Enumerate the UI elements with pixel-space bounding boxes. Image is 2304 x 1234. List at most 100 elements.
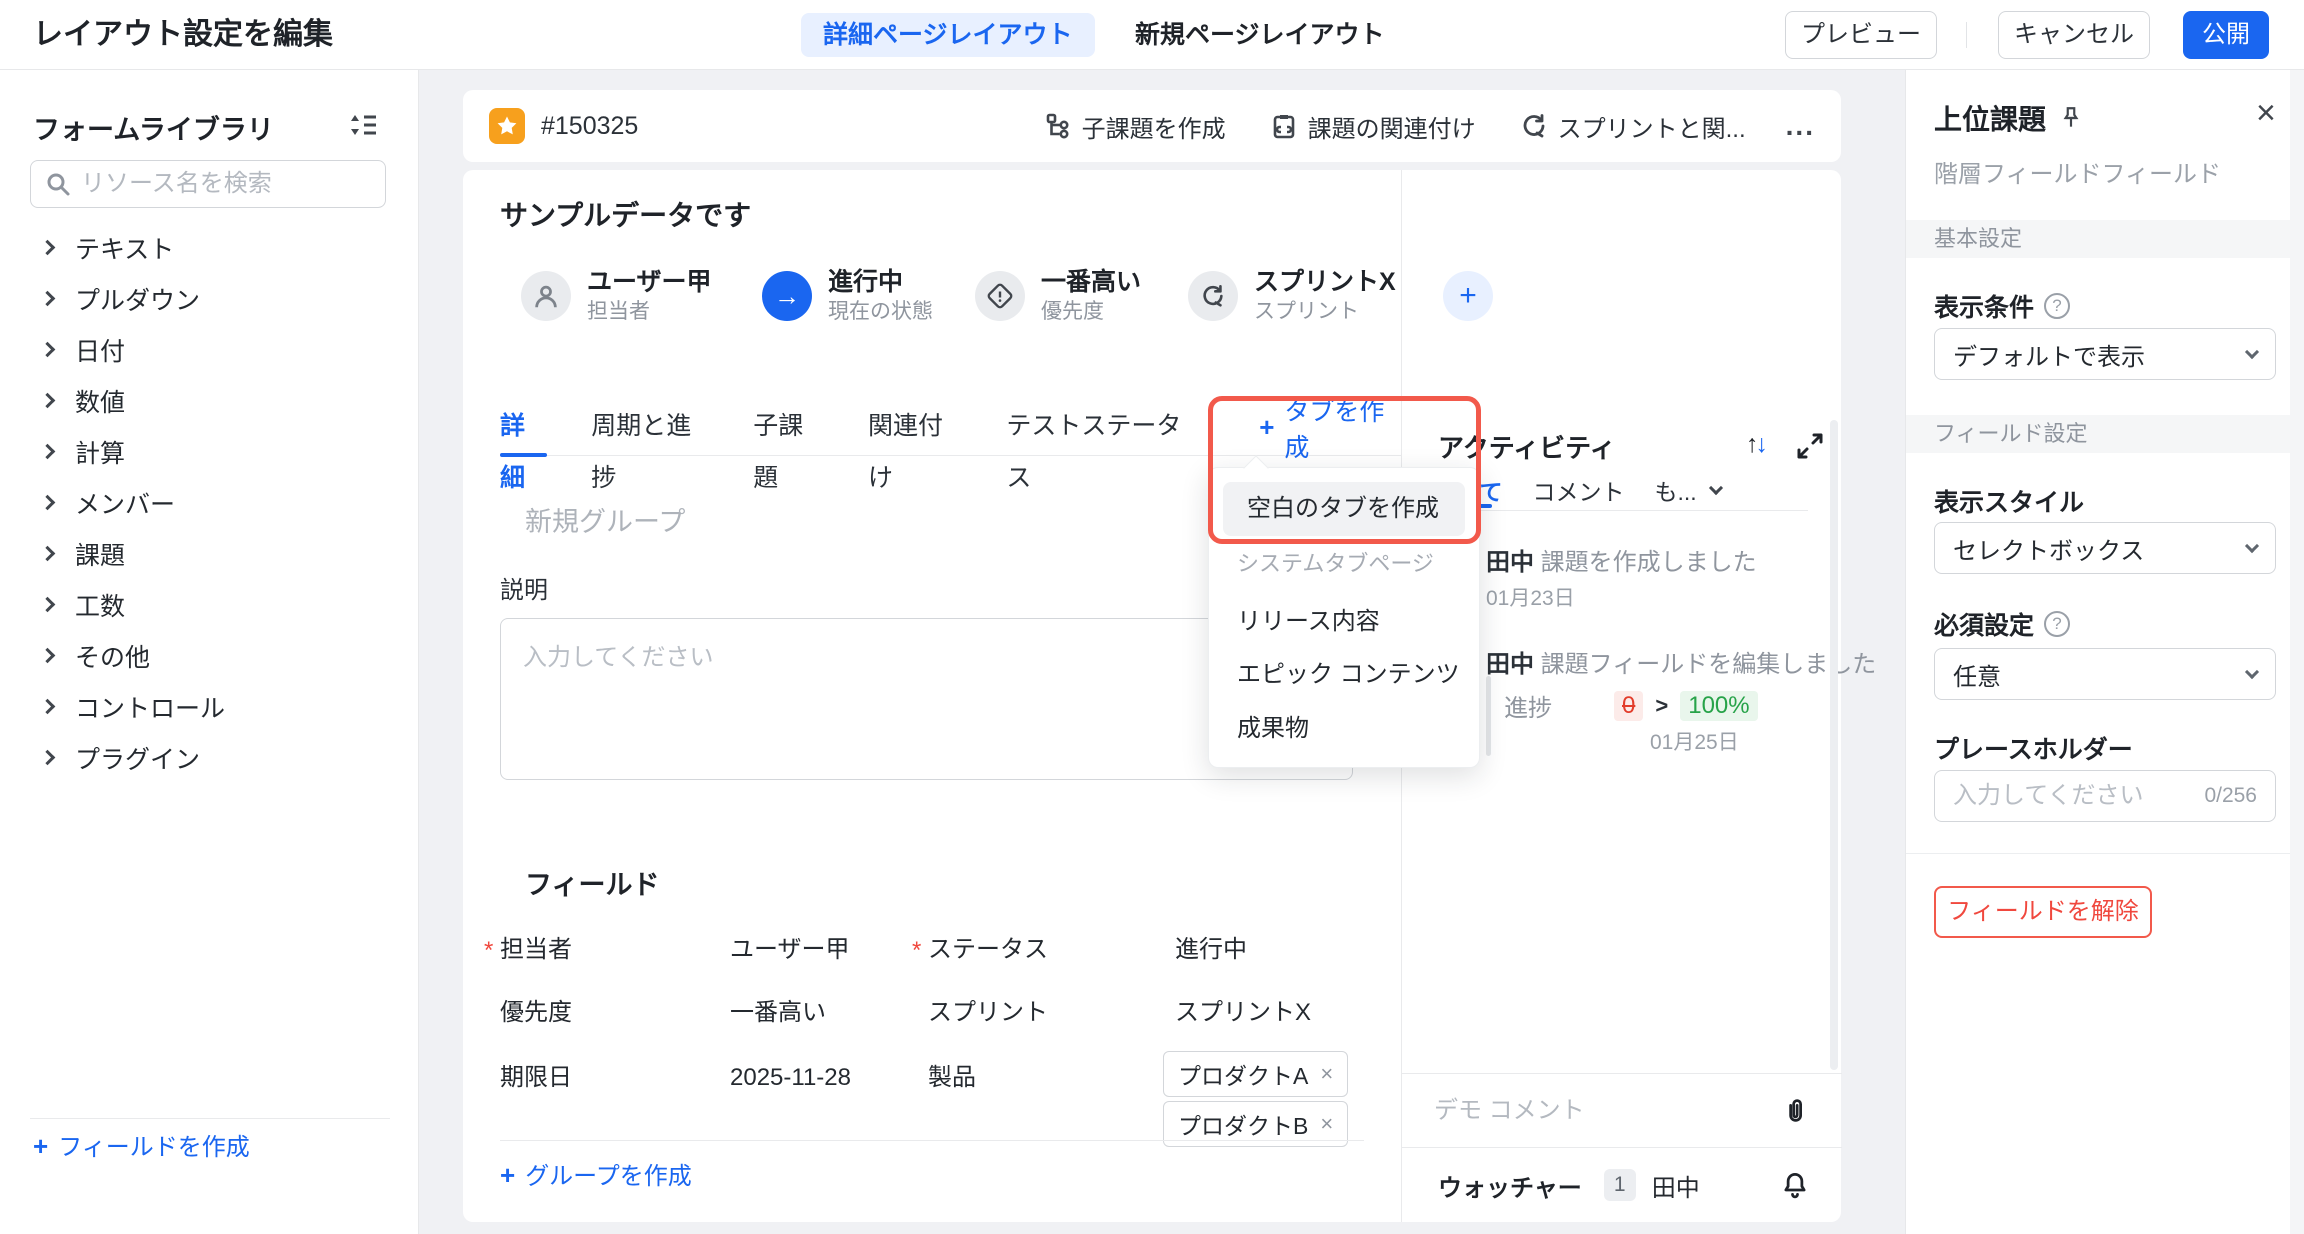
sprint-loop-icon [1188, 271, 1238, 321]
headline-priority[interactable]: 一番高い 優先度 [975, 266, 1141, 326]
group-name-placeholder[interactable]: 新規グループ [525, 500, 685, 539]
inspector-title: 上位課題 [1934, 98, 2084, 138]
tab-links[interactable]: 関連付け [868, 400, 962, 492]
paperclip-icon[interactable] [1780, 1096, 1810, 1126]
chevron-down-icon [1708, 480, 1723, 496]
issue-tab-bar: 詳細 周期と進捗 子課題 関連付け テストステータス + タブを作成 [500, 398, 1401, 492]
headline-assignee[interactable]: ユーザー甲 担当者 [521, 266, 712, 326]
product-tag-a[interactable]: プロダクトA × [1163, 1051, 1349, 1097]
chevron-right-icon [39, 596, 56, 613]
create-group-button[interactable]: + グループを作成 [500, 1155, 692, 1195]
sprint-loop-icon [1520, 112, 1548, 140]
sidebar-item-plugin[interactable]: プラグイン [0, 732, 419, 783]
sidebar-item-issue[interactable]: 課題 [0, 528, 419, 579]
field-value-sprint[interactable]: スプリントX [1175, 996, 1311, 1030]
field-change-row: 進捗 0 > 100% [1504, 688, 1758, 723]
required-setting-select[interactable]: 任意 [1934, 648, 2276, 700]
sidebar-item-control[interactable]: コントロール [0, 681, 419, 732]
field-value-status[interactable]: 進行中 [1175, 933, 1247, 967]
tab-cycle-progress[interactable]: 周期と進捗 [591, 400, 709, 492]
remove-field-button[interactable]: フィールドを解除 [1934, 886, 2152, 938]
library-search[interactable] [30, 160, 386, 208]
chevron-right-icon [39, 749, 56, 766]
field-label-assignee: * 担当者 [484, 933, 572, 967]
bell-icon[interactable] [1780, 1170, 1810, 1200]
issue-type-star-icon [489, 108, 525, 144]
sprint-link-button[interactable]: スプリントと関... [1520, 109, 1746, 144]
remove-tag-icon[interactable]: × [1320, 1111, 1333, 1137]
tab-details[interactable]: 詳細 [500, 400, 548, 492]
chevron-right-icon [39, 443, 56, 460]
menu-item-release[interactable]: リリース内容 [1237, 601, 1380, 636]
headline-sprint[interactable]: スプリントX スプリント [1188, 266, 1396, 326]
divider [1402, 1073, 1842, 1074]
field-value-priority[interactable]: 一番高い [730, 996, 826, 1030]
pin-icon[interactable] [2058, 105, 2084, 131]
create-field-button[interactable]: + フィールドを作成 [33, 1126, 250, 1166]
create-subtask-button[interactable]: 子課題を作成 [1044, 109, 1226, 144]
close-icon[interactable]: × [2256, 96, 2276, 130]
collapse-list-icon[interactable] [348, 110, 378, 140]
sidebar-item-other[interactable]: その他 [0, 630, 419, 681]
remove-tag-icon[interactable]: × [1320, 1061, 1333, 1087]
sidebar-item-text[interactable]: テキスト [0, 222, 419, 273]
issue-id: #150325 [541, 111, 639, 140]
activity-title: アクティビティ [1438, 433, 1616, 463]
issue-header-card: #150325 子課題を作成 課題の関連付け スプリントと関... ... [463, 90, 1841, 162]
activity-tab-comments[interactable]: コメント [1532, 473, 1624, 507]
menu-item-epic[interactable]: エピック コンテンツ [1237, 654, 1460, 689]
display-style-select[interactable]: セレクトボックス [1934, 522, 2276, 574]
form-library-sidebar: フォームライブラリ テキスト プルダウン 日付 数値 計算 メンバー 課題 工数… [0, 70, 419, 1234]
field-value-assignee[interactable]: ユーザー甲 [730, 933, 850, 967]
sidebar-item-member[interactable]: メンバー [0, 477, 419, 528]
sidebar-item-number[interactable]: 数値 [0, 375, 419, 426]
scrollbar-thumb[interactable] [1830, 420, 1838, 1070]
tab-test-status[interactable]: テストステータス [1006, 400, 1195, 492]
library-title: フォームライブラリ [33, 115, 274, 145]
help-icon[interactable]: ? [2044, 611, 2071, 637]
description-label: 説明 [500, 577, 548, 604]
activity-entry-1-date: 01月23日 [1486, 587, 1575, 610]
plus-icon: + [1259, 412, 1275, 442]
chevron-right-icon [39, 239, 56, 256]
cancel-button[interactable]: キャンセル [1998, 11, 2150, 59]
menu-item-deliverable[interactable]: 成果物 [1237, 708, 1309, 743]
preview-button[interactable]: プレビュー [1785, 11, 1937, 59]
comment-input[interactable] [1434, 1097, 1780, 1125]
link-issue-button[interactable]: 課題の関連付け [1270, 109, 1476, 144]
issue-title: サンプルデータです [500, 200, 752, 231]
create-tab-button[interactable]: + タブを作成 [1259, 392, 1401, 464]
help-icon[interactable]: ? [2044, 293, 2071, 319]
tab-detail-page-layout[interactable]: 詳細ページレイアウト [801, 13, 1095, 57]
divider [1966, 22, 1967, 48]
field-value-duedate[interactable]: 2025-11-28 [730, 1061, 851, 1095]
more-actions-button[interactable]: ... [1786, 112, 1815, 140]
search-input[interactable] [81, 170, 371, 198]
section-field-settings: フィールド設定 [1906, 415, 2291, 453]
section-basic-settings: 基本設定 [1906, 220, 2291, 258]
placeholder-input[interactable] [1953, 782, 2197, 810]
field-label-duedate: 期限日 [500, 1064, 572, 1091]
tab-new-page-layout[interactable]: 新規ページレイアウト [1135, 0, 1385, 70]
placeholder-label: プレースホルダー [1934, 736, 2133, 764]
chevron-right-icon [39, 392, 56, 409]
sidebar-item-date[interactable]: 日付 [0, 324, 419, 375]
chevron-right-icon [39, 698, 56, 715]
scrollbar-track[interactable] [2290, 70, 2304, 1234]
tab-subtasks[interactable]: 子課題 [753, 400, 824, 492]
status-arrow-icon: → [762, 271, 812, 321]
publish-button[interactable]: 公開 [2183, 11, 2269, 59]
sidebar-item-pulldown[interactable]: プルダウン [0, 273, 419, 324]
sidebar-item-calc[interactable]: 計算 [0, 426, 419, 477]
divider [1436, 510, 1808, 511]
expand-icon[interactable] [1796, 432, 1824, 460]
display-style-label: 表示スタイル [1934, 489, 2085, 517]
sort-order-icon[interactable]: ↑↓ [1746, 430, 1768, 459]
display-condition-label: 表示条件 ? [1934, 288, 2071, 324]
menu-item-blank-tab[interactable]: 空白のタブを作成 [1223, 482, 1465, 536]
headline-status[interactable]: → 進行中 現在の状態 [762, 266, 933, 326]
subtask-tree-icon [1044, 112, 1072, 140]
activity-tab-more[interactable]: も... [1654, 473, 1723, 507]
sidebar-item-manhour[interactable]: 工数 [0, 579, 419, 630]
display-condition-select[interactable]: デフォルトで表示 [1934, 328, 2276, 380]
